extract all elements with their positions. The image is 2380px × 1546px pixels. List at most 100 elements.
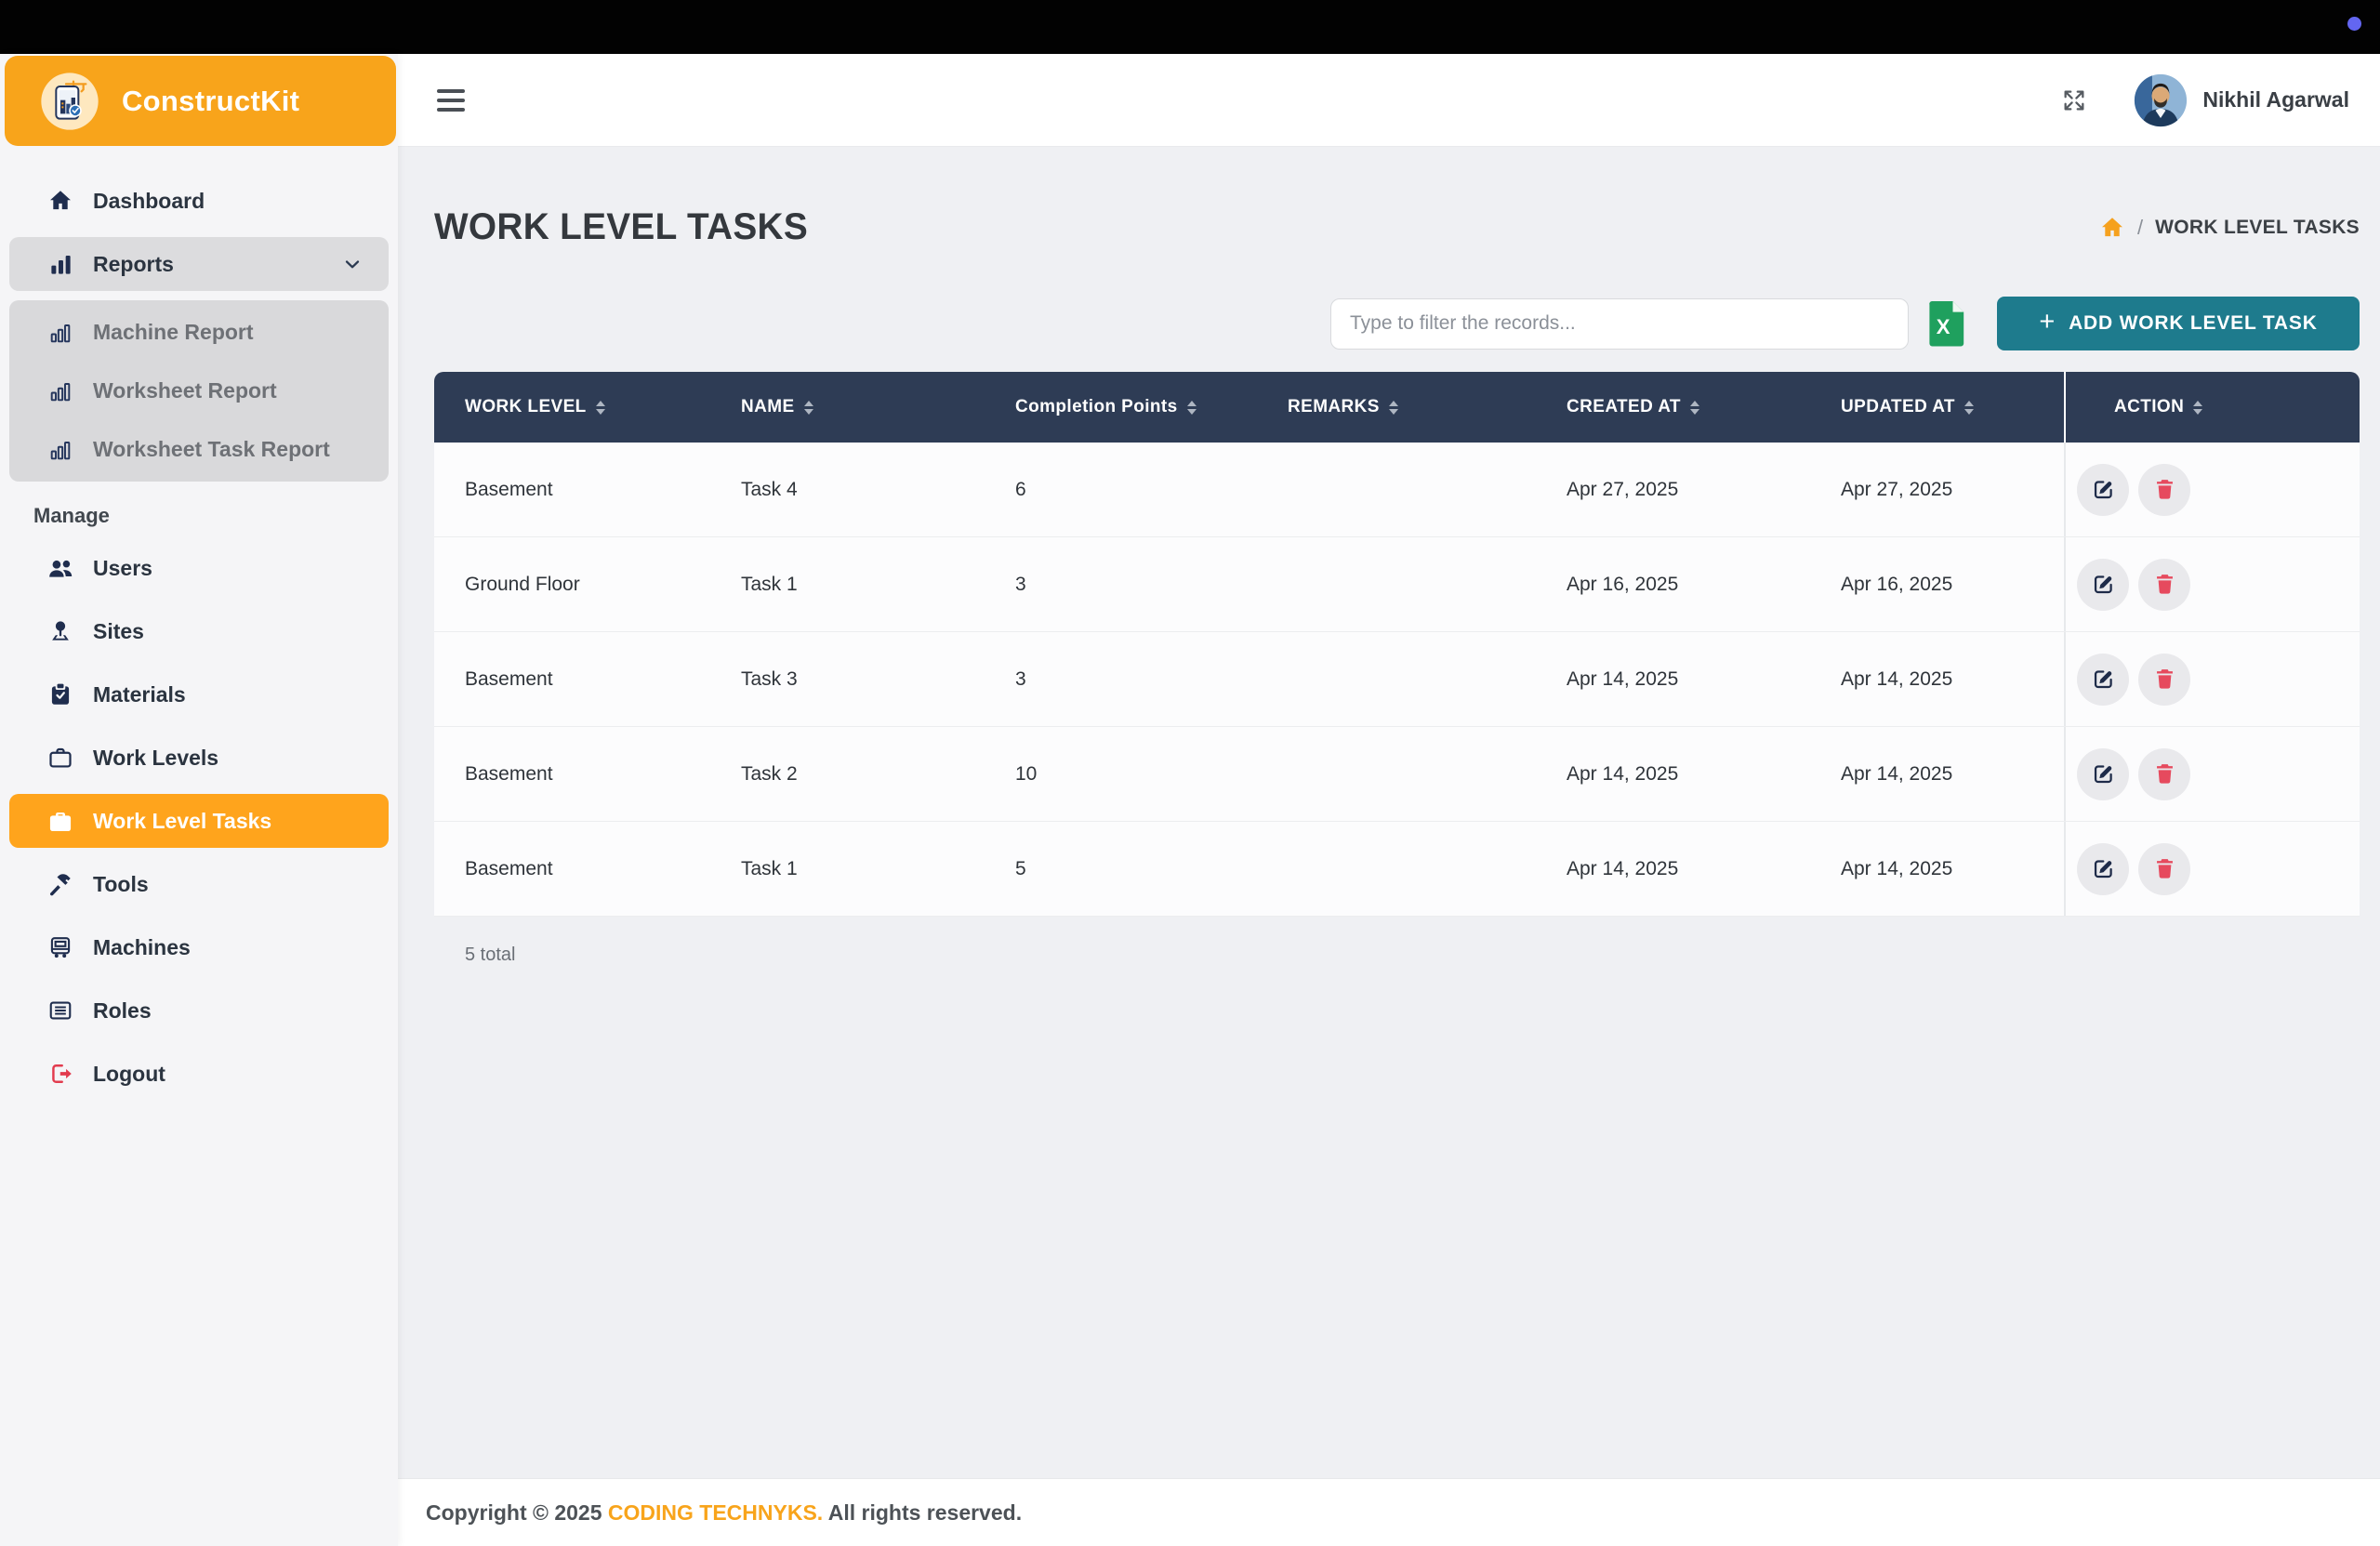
constructkit-logo-icon (41, 72, 99, 130)
sign-out-icon (46, 1060, 74, 1088)
bar-chart-icon (46, 319, 74, 347)
column-header-updated-at[interactable]: UPDATED AT (1841, 372, 2064, 443)
sidebar-item-work-levels[interactable]: Work Levels (9, 731, 389, 785)
sidebar-item-users[interactable]: Users (9, 541, 389, 595)
trash-icon (2156, 669, 2173, 689)
avatar[interactable] (2134, 73, 2188, 127)
sidebar-item-roles[interactable]: Roles (9, 984, 389, 1037)
cell-remarks (1288, 443, 1567, 536)
footer: Copyright © 2025 CODING TECHNYKS. All ri… (398, 1478, 2380, 1546)
sort-icon (1689, 400, 1699, 415)
brand-header[interactable]: ConstructKit (5, 56, 396, 146)
sidebar-item-label: Worksheet Task Report (93, 437, 330, 461)
column-header-name[interactable]: NAME (741, 372, 1015, 443)
sidebar-item-machine-report[interactable]: Machine Report (9, 303, 389, 362)
delete-button[interactable] (2138, 558, 2190, 611)
cell-name: Task 1 (741, 573, 798, 595)
edit-icon (2094, 860, 2112, 879)
excel-export-icon[interactable]: X (1927, 299, 1966, 348)
home-icon[interactable] (2099, 215, 2125, 241)
sidebar-item-dashboard[interactable]: Dashboard (9, 174, 389, 228)
main-area: Nikhil Agarwal WORK LEVEL TASKS / WORK L… (398, 54, 2380, 1546)
sidebar-item-worksheet-task-report[interactable]: Worksheet Task Report (9, 420, 389, 479)
sort-icon (803, 400, 813, 415)
cell-updated-at: Apr 14, 2025 (1841, 667, 1953, 690)
sidebar-item-label: Roles (93, 998, 152, 1023)
trash-icon (2156, 575, 2173, 594)
cell-work-level: Basement (465, 667, 553, 690)
delete-button[interactable] (2138, 463, 2190, 516)
cell-updated-at: Apr 14, 2025 (1841, 762, 1953, 785)
table-row: Basement Task 4 6 Apr 27, 2025 Apr 27, 2… (434, 443, 2360, 537)
column-header-remarks[interactable]: REMARKS (1288, 372, 1567, 443)
sidebar-nav: Dashboard Reports Machine Report Workshe… (0, 146, 398, 1101)
add-work-level-task-button[interactable]: + ADD WORK LEVEL TASK (1997, 297, 2360, 350)
sidebar-item-sites[interactable]: Sites (9, 604, 389, 658)
clipboard-check-icon (46, 681, 74, 708)
cell-created-at: Apr 14, 2025 (1567, 667, 1679, 690)
sidebar-item-tools[interactable]: Tools (9, 857, 389, 911)
trash-icon (2156, 859, 2173, 879)
edit-button[interactable] (2077, 653, 2129, 706)
column-header-label: NAME (741, 397, 795, 416)
cell-created-at: Apr 14, 2025 (1567, 762, 1679, 785)
cell-work-level: Basement (465, 478, 553, 500)
table-header-row: WORK LEVEL NAME Completion Points REMARK… (434, 372, 2360, 443)
cell-remarks (1288, 822, 1567, 916)
edit-button[interactable] (2077, 463, 2129, 516)
user-photo (2135, 73, 2188, 126)
sidebar-item-work-level-tasks[interactable]: Work Level Tasks (9, 794, 389, 848)
cell-name: Task 4 (741, 478, 798, 500)
page-content: WORK LEVEL TASKS / WORK LEVEL TASKS X + … (398, 147, 2380, 1478)
edit-icon (2094, 765, 2112, 784)
delete-button[interactable] (2138, 842, 2190, 895)
sidebar-item-logout[interactable]: Logout (9, 1047, 389, 1101)
add-button-label: ADD WORK LEVEL TASK (2069, 312, 2318, 334)
delete-button[interactable] (2138, 747, 2190, 800)
cell-work-level: Basement (465, 857, 553, 879)
briefcase-icon (46, 807, 74, 835)
sidebar-item-reports[interactable]: Reports (9, 237, 389, 291)
menu-icon[interactable] (437, 88, 465, 112)
user-name[interactable]: Nikhil Agarwal (2202, 87, 2349, 112)
sidebar-item-machines[interactable]: Machines (9, 920, 389, 974)
cell-action (2064, 537, 2360, 631)
expand-arrows-icon[interactable] (2059, 86, 2089, 115)
cell-updated-at: Apr 16, 2025 (1841, 573, 1953, 595)
sidebar-item-materials[interactable]: Materials (9, 667, 389, 721)
edit-button[interactable] (2077, 747, 2129, 800)
column-header-label: Completion Points (1015, 397, 1178, 416)
company-link[interactable]: CODING TECHNYKS. (608, 1500, 823, 1526)
reports-submenu: Machine Report Worksheet Report Workshee… (9, 300, 389, 482)
brand-name: ConstructKit (122, 84, 300, 117)
breadcrumb-separator: / (2137, 215, 2144, 239)
notification-dot (2347, 17, 2361, 31)
column-header-work-level[interactable]: WORK LEVEL (434, 372, 741, 443)
bar-chart-icon (46, 250, 74, 278)
edit-button[interactable] (2077, 842, 2129, 895)
bar-chart-icon (46, 377, 74, 405)
table-total: 5 total (465, 945, 516, 965)
sidebar-item-worksheet-report[interactable]: Worksheet Report (9, 362, 389, 420)
cell-created-at: Apr 14, 2025 (1567, 857, 1679, 879)
home-icon (46, 187, 74, 215)
cell-completion-points: 3 (1015, 573, 1026, 595)
edit-button[interactable] (2077, 558, 2129, 611)
sidebar-item-label: Machines (93, 934, 191, 959)
table-controls: X + ADD WORK LEVEL TASK (434, 297, 2360, 350)
column-header-created-at[interactable]: CREATED AT (1567, 372, 1841, 443)
filter-input[interactable] (1330, 297, 1909, 350)
trash-icon (2156, 480, 2173, 499)
users-icon (46, 554, 74, 582)
delete-button[interactable] (2138, 653, 2190, 706)
rights-text: All rights reserved. (823, 1500, 1023, 1525)
table-row: Basement Task 1 5 Apr 14, 2025 Apr 14, 2… (434, 822, 2360, 917)
column-header-action[interactable]: ACTION (2064, 372, 2360, 443)
sidebar-item-label: Materials (93, 681, 186, 707)
sidebar-item-label: Logout (93, 1061, 165, 1086)
work-level-tasks-table: WORK LEVEL NAME Completion Points REMARK… (434, 372, 2360, 966)
cell-remarks (1288, 537, 1567, 631)
table-row: Basement Task 3 3 Apr 14, 2025 Apr 14, 2… (434, 632, 2360, 727)
cell-remarks (1288, 632, 1567, 726)
column-header-completion-points[interactable]: Completion Points (1015, 372, 1288, 443)
